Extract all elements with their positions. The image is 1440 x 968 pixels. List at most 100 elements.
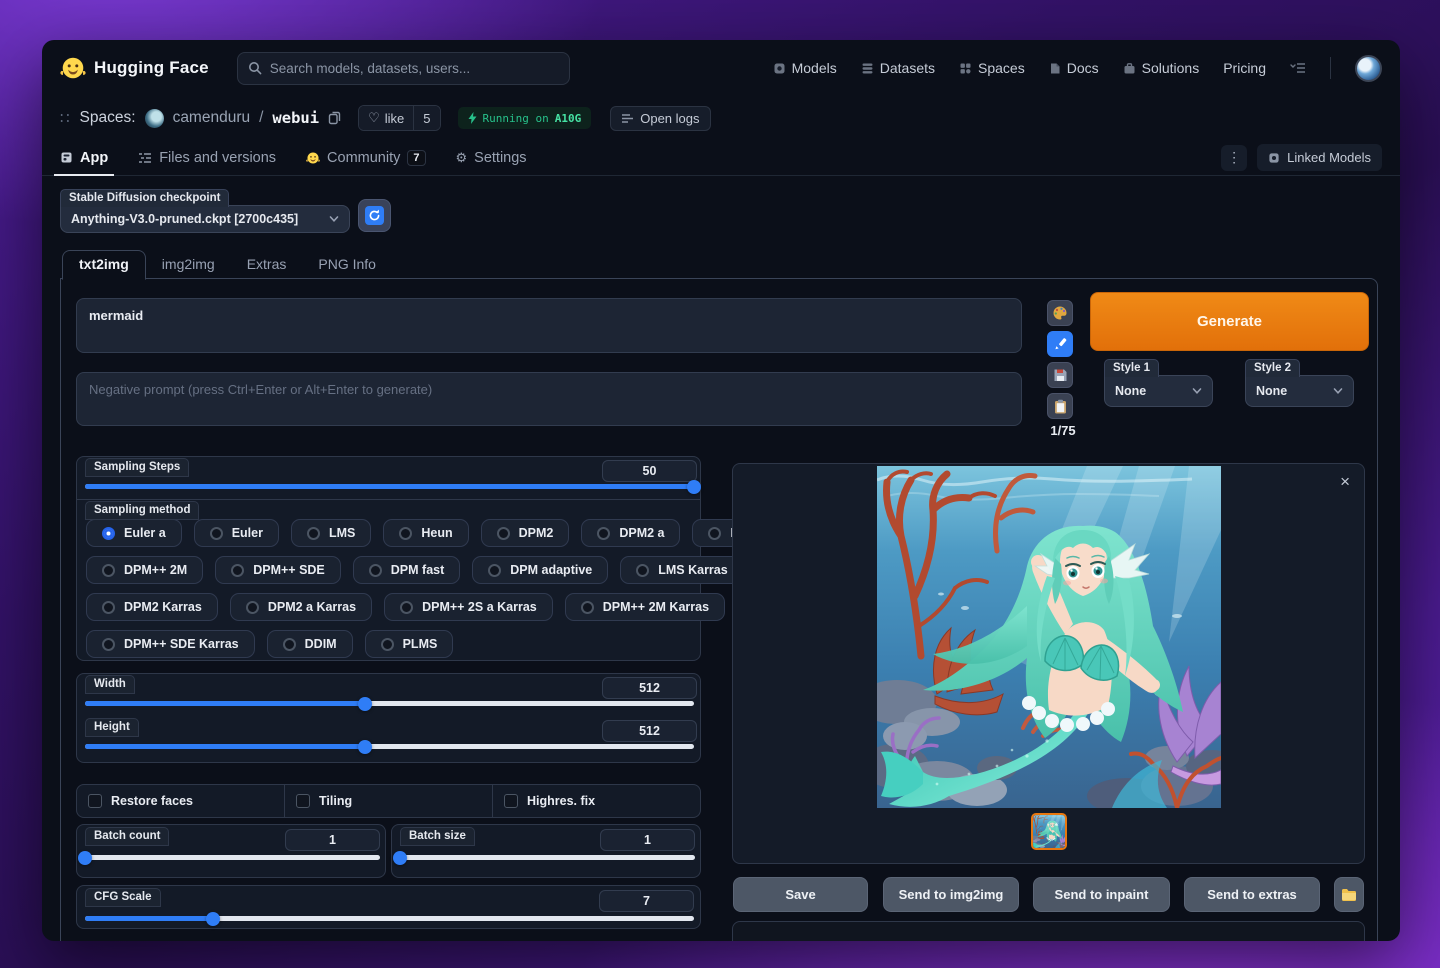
cfg-scale-slider[interactable]: [85, 916, 694, 921]
sampler-option[interactable]: DPM++ 2S a Karras: [384, 593, 553, 621]
copy-icon[interactable]: [328, 111, 341, 125]
sampler-option[interactable]: DPM++ SDE Karras: [86, 630, 255, 658]
sampler-option[interactable]: DPM++ 2M: [86, 556, 204, 584]
send-to-img2img-button[interactable]: Send to img2img: [883, 877, 1019, 912]
tab-files-label: Files and versions: [159, 149, 277, 166]
sampler-option[interactable]: Euler: [193, 519, 279, 547]
tab-community[interactable]: Community 7: [306, 140, 426, 175]
owner-link[interactable]: camenduru: [173, 109, 251, 127]
sampler-option[interactable]: DPM2 Karras: [86, 593, 218, 621]
like-button[interactable]: ♡ like: [359, 106, 414, 130]
hf-logo-home-link[interactable]: Hugging Face: [60, 55, 209, 81]
tab-files[interactable]: Files and versions: [138, 140, 276, 175]
site-search[interactable]: [236, 51, 570, 85]
paste-prompt-button[interactable]: [1047, 331, 1073, 357]
batch-size-slider[interactable]: [400, 855, 695, 860]
sampler-option[interactable]: PLMS: [364, 630, 454, 658]
user-avatar[interactable]: [1355, 54, 1382, 82]
nav-models[interactable]: Models: [773, 60, 837, 76]
save-button[interactable]: Save: [733, 877, 868, 912]
radio-icon: [488, 563, 502, 577]
chevron-down-icon: [1192, 386, 1202, 396]
tab-settings[interactable]: ⚙ Settings: [456, 140, 527, 175]
width-label: Width: [85, 675, 135, 694]
width-slider[interactable]: [85, 701, 694, 706]
nav-datasets-label: Datasets: [879, 60, 935, 76]
repo-link[interactable]: webui: [272, 109, 319, 127]
negative-prompt-textarea[interactable]: [76, 372, 1022, 426]
heart-icon: ♡: [368, 110, 380, 125]
send-to-extras-button[interactable]: Send to extras: [1184, 877, 1320, 912]
tab-extras[interactable]: Extras: [231, 251, 303, 279]
radio-icon: [209, 526, 223, 540]
sampler-option[interactable]: LMS Karras: [620, 556, 744, 584]
sampler-option[interactable]: DDIM: [266, 630, 353, 658]
tiling-checkbox[interactable]: Tiling: [284, 785, 492, 817]
style2-value: None: [1256, 384, 1288, 398]
sampler-option[interactable]: DPM2 a Karras: [229, 593, 373, 621]
tab-img2img[interactable]: img2img: [146, 251, 231, 279]
height-input[interactable]: [602, 720, 697, 742]
slider-handle[interactable]: [85, 484, 694, 489]
checkbox-icon: [504, 794, 518, 808]
running-status-badge[interactable]: Running on A10G: [457, 107, 592, 129]
tab-app[interactable]: App: [53, 140, 115, 176]
files-icon: [139, 152, 152, 163]
batch-size-input[interactable]: [600, 829, 695, 851]
radio-icon: [636, 563, 650, 577]
sampler-option[interactable]: DPM2: [480, 519, 570, 547]
nav-solutions[interactable]: Solutions: [1123, 60, 1199, 76]
refresh-checkpoints-button[interactable]: [358, 199, 391, 232]
batch-count-input[interactable]: [285, 829, 380, 851]
linked-models-button[interactable]: Linked Models: [1257, 144, 1382, 171]
apply-style-button[interactable]: [1047, 393, 1073, 419]
sampler-option[interactable]: DPM++ 2M Karras: [564, 593, 726, 621]
kebab-menu-button[interactable]: ⋮: [1221, 144, 1248, 171]
sampling-steps-input[interactable]: [602, 460, 697, 482]
open-logs-button[interactable]: Open logs: [610, 105, 711, 131]
more-menu-button[interactable]: [1290, 61, 1306, 75]
save-style-button[interactable]: [1047, 362, 1073, 388]
style1-dropdown[interactable]: None: [1104, 375, 1213, 407]
search-input[interactable]: [269, 60, 559, 76]
tab-png-info[interactable]: PNG Info: [302, 251, 392, 279]
sampler-option[interactable]: LMS: [290, 519, 372, 547]
nav-datasets[interactable]: Datasets: [861, 60, 935, 76]
open-folder-button[interactable]: [1334, 877, 1364, 912]
sampling-steps-slider[interactable]: [85, 484, 694, 489]
sampler-option[interactable]: Heun: [383, 519, 469, 547]
spaces-section-label: Spaces:: [79, 109, 136, 126]
generate-button[interactable]: Generate: [1090, 292, 1369, 351]
checkpoint-dropdown[interactable]: Anything-V3.0-pruned.ckpt [2700c435]: [60, 205, 350, 233]
restore-faces-checkbox[interactable]: Restore faces: [77, 785, 284, 817]
sampler-option[interactable]: DPM adaptive: [472, 556, 609, 584]
slider-handle[interactable]: [85, 916, 213, 921]
sampler-option[interactable]: Euler a: [86, 519, 182, 547]
gallery-thumbnail[interactable]: [1031, 813, 1067, 850]
sampler-option[interactable]: DPM++ SDE: [215, 556, 341, 584]
batch-count-slider[interactable]: [85, 855, 380, 860]
cfg-scale-input[interactable]: [599, 890, 694, 912]
style2-dropdown[interactable]: None: [1245, 375, 1354, 407]
slider-handle[interactable]: [85, 701, 366, 706]
nav-spaces[interactable]: Spaces: [959, 60, 1025, 76]
slider-handle[interactable]: [85, 744, 366, 749]
send-to-inpaint-button[interactable]: Send to inpaint: [1033, 877, 1170, 912]
height-slider[interactable]: [85, 744, 694, 749]
tab-txt2img[interactable]: txt2img: [62, 250, 146, 280]
nav-pricing[interactable]: Pricing: [1223, 60, 1266, 76]
generated-image[interactable]: [877, 466, 1221, 808]
hf-logo-icon: [60, 55, 86, 81]
nav-docs[interactable]: Docs: [1049, 60, 1099, 76]
prompt-textarea[interactable]: mermaid: [76, 298, 1022, 353]
roll-artist-button[interactable]: [1047, 300, 1073, 326]
like-count[interactable]: 5: [413, 106, 440, 130]
radio-icon: [597, 526, 611, 540]
highres-fix-checkbox[interactable]: Highres. fix: [492, 785, 700, 817]
width-input[interactable]: [602, 677, 697, 699]
close-icon[interactable]: ×: [1340, 472, 1350, 492]
status-prefix: Running on: [482, 111, 549, 125]
sampler-option[interactable]: DPM2 a: [581, 519, 681, 547]
owner-avatar[interactable]: [144, 108, 164, 128]
sampler-option[interactable]: DPM fast: [352, 556, 461, 584]
